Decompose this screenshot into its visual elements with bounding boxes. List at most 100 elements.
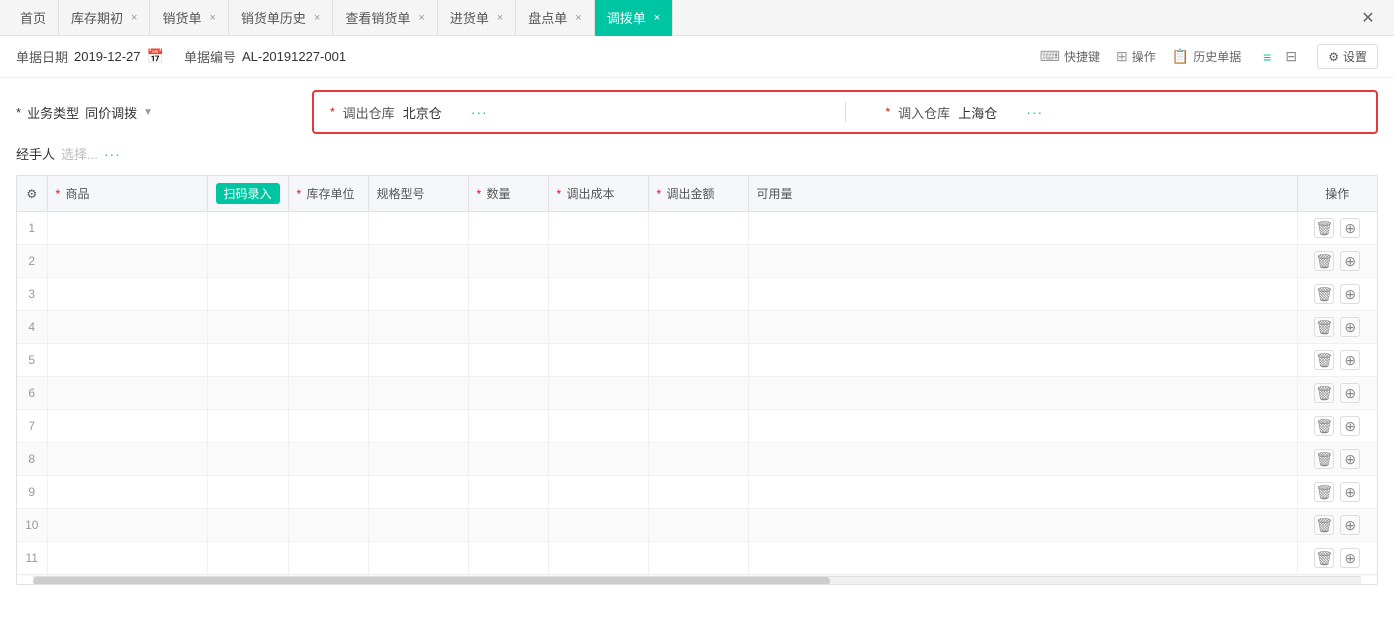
available-cell[interactable] — [748, 476, 1297, 509]
layout-list-icon[interactable]: ≡ — [1257, 47, 1277, 67]
unit-cell[interactable] — [288, 509, 368, 542]
amount-cell[interactable] — [648, 377, 748, 410]
unit-cell[interactable] — [288, 476, 368, 509]
unit-cell[interactable] — [288, 344, 368, 377]
available-cell[interactable] — [748, 311, 1297, 344]
scrollbar-thumb[interactable] — [33, 577, 830, 585]
delete-btn[interactable]: 🗑 — [1314, 416, 1334, 436]
amount-cell[interactable] — [648, 278, 748, 311]
goods-cell[interactable] — [47, 377, 207, 410]
amount-cell[interactable] — [648, 476, 748, 509]
out-warehouse-value[interactable]: 北京仓 — [403, 103, 463, 122]
qty-cell[interactable] — [468, 476, 548, 509]
goods-cell[interactable] — [47, 410, 207, 443]
cost-cell[interactable] — [548, 542, 648, 575]
unit-cell[interactable] — [288, 410, 368, 443]
cost-cell[interactable] — [548, 278, 648, 311]
goods-cell[interactable] — [47, 476, 207, 509]
qty-cell[interactable] — [468, 245, 548, 278]
delete-btn[interactable]: 🗑 — [1314, 284, 1334, 304]
history-btn[interactable]: 📋 历史单据 — [1172, 48, 1241, 65]
amount-cell[interactable] — [648, 509, 748, 542]
goods-cell[interactable] — [47, 443, 207, 476]
in-warehouse-more[interactable]: ··· — [1026, 104, 1043, 120]
window-close-button[interactable]: ✕ — [1350, 0, 1386, 36]
available-cell[interactable] — [748, 344, 1297, 377]
delete-btn[interactable]: 🗑 — [1314, 548, 1334, 568]
goods-cell[interactable] — [47, 509, 207, 542]
amount-cell[interactable] — [648, 542, 748, 575]
close-tab-1[interactable]: × — [131, 12, 137, 24]
delete-btn[interactable]: 🗑 — [1314, 515, 1334, 535]
copy-btn[interactable]: ⊕ — [1340, 251, 1360, 271]
tab-transfer[interactable]: 调拨单 × — [595, 0, 673, 36]
cost-cell[interactable] — [548, 344, 648, 377]
delete-btn[interactable]: 🗑 — [1314, 251, 1334, 271]
out-warehouse-more[interactable]: ··· — [471, 104, 488, 120]
unit-cell[interactable] — [288, 377, 368, 410]
tab-purchase[interactable]: 进货单 × — [438, 0, 516, 36]
goods-cell[interactable] — [47, 245, 207, 278]
layout-grid-icon[interactable]: ⊟ — [1281, 47, 1301, 67]
spec-cell[interactable] — [368, 509, 468, 542]
cost-cell[interactable] — [548, 476, 648, 509]
tab-view-sales[interactable]: 查看销货单 × — [333, 0, 437, 36]
goods-cell[interactable] — [47, 311, 207, 344]
unit-cell[interactable] — [288, 245, 368, 278]
shortcuts-btn[interactable]: ⌨ 快捷键 — [1040, 48, 1100, 65]
qty-cell[interactable] — [468, 410, 548, 443]
copy-btn[interactable]: ⊕ — [1340, 416, 1360, 436]
in-warehouse-value[interactable]: 上海仓 — [958, 103, 1018, 122]
amount-cell[interactable] — [648, 212, 748, 245]
close-tab-3[interactable]: × — [314, 12, 320, 24]
table-scroll-area[interactable]: ⚙ * 商品 扫码录入 * 库存单位 规格型号 — [17, 176, 1377, 576]
spec-cell[interactable] — [368, 410, 468, 443]
cost-cell[interactable] — [548, 443, 648, 476]
goods-cell[interactable] — [47, 344, 207, 377]
copy-btn[interactable]: ⊕ — [1340, 515, 1360, 535]
table-gear-icon[interactable]: ⚙ — [26, 187, 37, 201]
business-type-dropdown[interactable]: ▼ — [143, 107, 153, 118]
spec-cell[interactable] — [368, 344, 468, 377]
amount-cell[interactable] — [648, 410, 748, 443]
calendar-icon[interactable]: 📅 — [147, 48, 164, 65]
cost-cell[interactable] — [548, 212, 648, 245]
delete-btn[interactable]: 🗑 — [1314, 482, 1334, 502]
settings-button[interactable]: ⚙ 设置 — [1317, 44, 1378, 69]
cost-cell[interactable] — [548, 410, 648, 443]
amount-cell[interactable] — [648, 344, 748, 377]
cost-cell[interactable] — [548, 311, 648, 344]
available-cell[interactable] — [748, 443, 1297, 476]
th-settings[interactable]: ⚙ — [17, 176, 47, 212]
delete-btn[interactable]: 🗑 — [1314, 350, 1334, 370]
spec-cell[interactable] — [368, 278, 468, 311]
delete-btn[interactable]: 🗑 — [1314, 383, 1334, 403]
cost-cell[interactable] — [548, 245, 648, 278]
qty-cell[interactable] — [468, 509, 548, 542]
close-tab-2[interactable]: × — [209, 12, 215, 24]
copy-btn[interactable]: ⊕ — [1340, 449, 1360, 469]
unit-cell[interactable] — [288, 278, 368, 311]
unit-cell[interactable] — [288, 212, 368, 245]
amount-cell[interactable] — [648, 311, 748, 344]
cost-cell[interactable] — [548, 509, 648, 542]
spec-cell[interactable] — [368, 443, 468, 476]
handler-input[interactable]: 选择... — [61, 144, 98, 163]
delete-btn[interactable]: 🗑 — [1314, 317, 1334, 337]
unit-cell[interactable] — [288, 443, 368, 476]
handler-more[interactable]: ··· — [104, 146, 121, 162]
available-cell[interactable] — [748, 410, 1297, 443]
spec-cell[interactable] — [368, 311, 468, 344]
spec-cell[interactable] — [368, 212, 468, 245]
amount-cell[interactable] — [648, 245, 748, 278]
available-cell[interactable] — [748, 245, 1297, 278]
copy-btn[interactable]: ⊕ — [1340, 284, 1360, 304]
business-type-value[interactable]: 同价调拨 — [85, 103, 137, 122]
spec-cell[interactable] — [368, 377, 468, 410]
spec-cell[interactable] — [368, 476, 468, 509]
close-tab-7[interactable]: × — [654, 12, 660, 24]
qty-cell[interactable] — [468, 377, 548, 410]
unit-cell[interactable] — [288, 311, 368, 344]
copy-btn[interactable]: ⊕ — [1340, 482, 1360, 502]
qty-cell[interactable] — [468, 443, 548, 476]
